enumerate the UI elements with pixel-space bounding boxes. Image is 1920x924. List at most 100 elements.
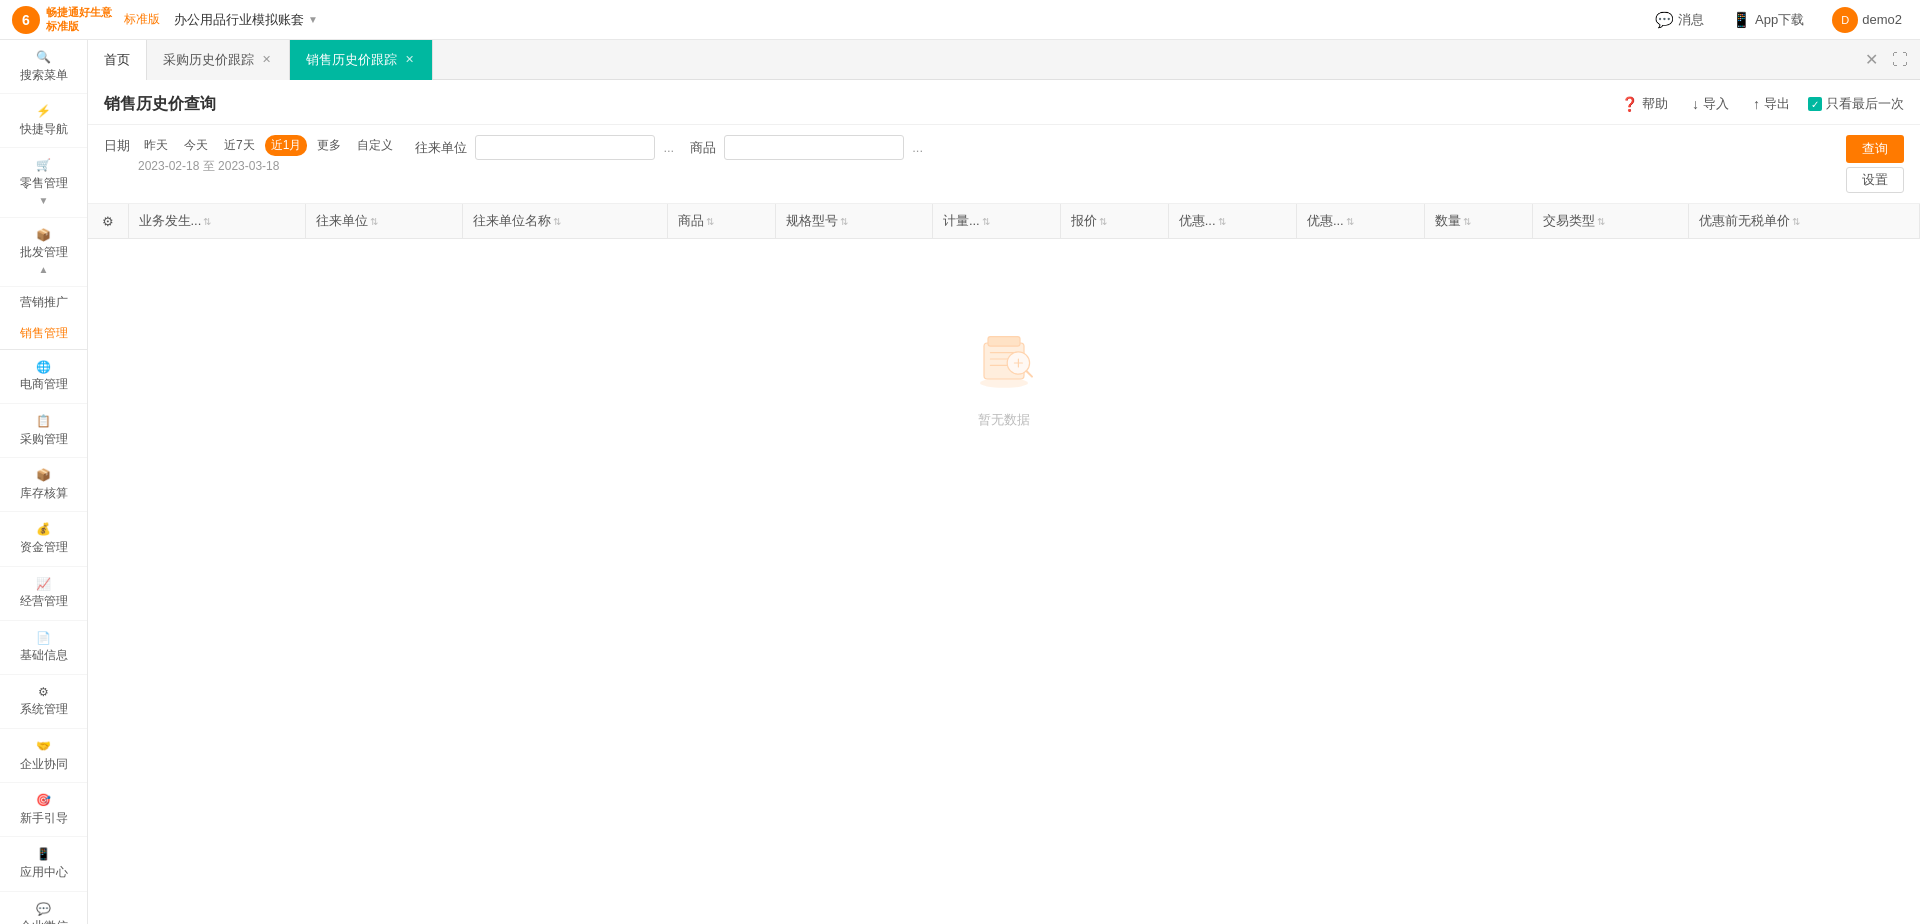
tab-sales-history[interactable]: 销售历史价跟踪 ✕ — [290, 40, 433, 80]
sidebar-item-guide[interactable]: 🎯 新手引导 — [0, 783, 87, 837]
sort-icon: ⇅ — [982, 216, 990, 227]
sales-history-tab-close-icon[interactable]: ✕ — [403, 52, 416, 67]
sort-icon: ⇅ — [1346, 216, 1354, 227]
col-quantity[interactable]: 数量⇅ — [1425, 204, 1533, 239]
import-button[interactable]: ↓ 导入 — [1686, 92, 1735, 116]
col-settings[interactable]: ⚙ — [88, 204, 128, 239]
sidebar-item-cooperation[interactable]: 🤝 企业协同 — [0, 729, 87, 783]
sidebar-item-ecommerce[interactable]: 🌐 电商管理 — [0, 350, 87, 404]
tab-home[interactable]: 首页 — [88, 40, 147, 80]
main-layout: 🔍 搜索菜单 ⚡ 快捷导航 🛒 零售管理 ▼ 📦 批发管理 ▲ 营销推广 销售 — [0, 40, 1920, 924]
purchase-history-tab-close-icon[interactable]: ✕ — [260, 52, 273, 67]
sort-icon: ⇅ — [370, 216, 378, 227]
date-opt-7days[interactable]: 近7天 — [218, 135, 261, 156]
message-button[interactable]: 💬 消息 — [1649, 7, 1710, 33]
sidebar-item-marketing[interactable]: 营销推广 — [0, 287, 87, 318]
avatar: D — [1832, 7, 1858, 33]
col-biz-date[interactable]: 业务发生...⇅ — [128, 204, 305, 239]
close-all-tabs-button[interactable]: ✕ — [1861, 46, 1882, 73]
header-right: 💬 消息 📱 App下载 D demo2 — [1649, 3, 1908, 37]
logo-icon: 6 — [12, 6, 40, 34]
user-menu-button[interactable]: D demo2 — [1826, 3, 1908, 37]
col-pretax-price[interactable]: 优惠前无税单价⇅ — [1689, 204, 1920, 239]
export-button[interactable]: ↑ 导出 — [1747, 92, 1796, 116]
partner-filter-input[interactable] — [475, 135, 655, 160]
workspace-selector[interactable]: 办公用品行业模拟账套 ▼ — [168, 9, 324, 31]
date-options: 昨天 今天 近7天 近1月 更多 自定义 — [138, 135, 399, 156]
date-filter-content: 昨天 今天 近7天 近1月 更多 自定义 2023-02-18 至 2023-0… — [138, 135, 399, 175]
sidebar-item-retail[interactable]: 🛒 零售管理 ▼ — [0, 148, 87, 217]
sidebar-item-operations[interactable]: 📈 经营管理 — [0, 567, 87, 621]
retail-icon: 🛒 — [36, 158, 51, 174]
sidebar-item-enterprise-wechat[interactable]: 💬 企业微信 — [0, 892, 87, 924]
guide-icon: 🎯 — [36, 793, 51, 809]
sidebar-item-finance[interactable]: 💰 资金管理 — [0, 512, 87, 566]
sidebar-item-wholesale[interactable]: 📦 批发管理 ▲ — [0, 218, 87, 287]
last-only-checkbox[interactable]: ✓ 只看最后一次 — [1808, 95, 1904, 113]
col-unit[interactable]: 计量...⇅ — [932, 204, 1060, 239]
date-opt-today[interactable]: 今天 — [178, 135, 214, 156]
sidebar-item-app-center[interactable]: 📱 应用中心 — [0, 837, 87, 891]
sidebar-item-label: 资金管理 — [20, 540, 68, 556]
date-opt-yesterday[interactable]: 昨天 — [138, 135, 174, 156]
operations-icon: 📈 — [36, 577, 51, 593]
tab-bar-right: ✕ ⛶ — [1861, 46, 1920, 73]
filter-actions: 查询 设置 — [1846, 135, 1904, 193]
purchase-icon: 📋 — [36, 414, 51, 430]
sidebar-item-label: 库存核算 — [20, 486, 68, 502]
col-discount1[interactable]: 优惠...⇅ — [1168, 204, 1296, 239]
sidebar-item-sales-management[interactable]: 销售管理 — [0, 318, 87, 349]
col-spec[interactable]: 规格型号⇅ — [776, 204, 933, 239]
date-opt-1month[interactable]: 近1月 — [265, 135, 308, 156]
help-icon: ❓ — [1621, 96, 1638, 112]
col-quote[interactable]: 报价⇅ — [1061, 204, 1169, 239]
cooperation-icon: 🤝 — [36, 739, 51, 755]
col-discount2[interactable]: 优惠...⇅ — [1296, 204, 1424, 239]
table-container: ⚙ 业务发生...⇅ 往来单位⇅ 往来单位名称⇅ — [88, 204, 1920, 509]
svg-point-0 — [980, 378, 1028, 388]
query-button[interactable]: 查询 — [1846, 135, 1904, 163]
maximize-button[interactable]: ⛶ — [1888, 47, 1912, 73]
goods-filter-label: 商品 — [690, 139, 716, 157]
settings-button[interactable]: 设置 — [1846, 167, 1904, 193]
header-left: 6 畅捷通好生意 标准版 标准版 办公用品行业模拟账套 ▼ — [12, 6, 324, 34]
col-trade-type[interactable]: 交易类型⇅ — [1532, 204, 1689, 239]
sidebar-item-quick-nav[interactable]: ⚡ 快捷导航 — [0, 94, 87, 148]
empty-state: 暂无数据 — [88, 239, 1920, 509]
marketing-label: 营销推广 — [20, 294, 68, 311]
sidebar-item-search[interactable]: 🔍 搜索菜单 — [0, 40, 87, 94]
tab-purchase-history[interactable]: 采购历史价跟踪 ✕ — [147, 40, 290, 80]
date-opt-more[interactable]: 更多 — [311, 135, 347, 156]
app-download-button[interactable]: 📱 App下载 — [1726, 7, 1810, 33]
date-filter-group: 日期 昨天 今天 近7天 近1月 更多 自定义 2023-02-18 至 202… — [104, 135, 399, 175]
app-center-icon: 📱 — [36, 847, 51, 863]
svg-rect-2 — [988, 337, 1020, 347]
logo-area: 6 畅捷通好生意 标准版 — [12, 6, 112, 34]
quick-nav-icon: ⚡ — [36, 104, 51, 120]
sort-icon: ⇅ — [1792, 216, 1800, 227]
app-download-icon: 📱 — [1732, 11, 1751, 29]
col-partner-name[interactable]: 往来单位名称⇅ — [462, 204, 668, 239]
goods-filter-group: 商品 ... — [690, 135, 923, 160]
sort-icon: ⇅ — [1099, 216, 1107, 227]
col-goods[interactable]: 商品⇅ — [668, 204, 776, 239]
sidebar-item-label: 采购管理 — [20, 432, 68, 448]
workspace-label: 办公用品行业模拟账套 — [174, 11, 304, 29]
wholesale-submenu: 营销推广 销售管理 — [0, 287, 87, 349]
settings-icon: ⚙ — [102, 214, 114, 229]
sort-icon: ⇅ — [840, 216, 848, 227]
date-opt-custom[interactable]: 自定义 — [351, 135, 399, 156]
sidebar-item-inventory[interactable]: 📦 库存核算 — [0, 458, 87, 512]
sidebar-item-label: 应用中心 — [20, 865, 68, 881]
sales-management-label: 销售管理 — [20, 325, 68, 342]
partner-filter-ellipsis[interactable]: ... — [663, 140, 674, 155]
help-button[interactable]: ❓ 帮助 — [1615, 92, 1674, 116]
sidebar-item-purchase[interactable]: 📋 采购管理 — [0, 404, 87, 458]
goods-filter-input[interactable] — [724, 135, 904, 160]
goods-filter-ellipsis[interactable]: ... — [912, 140, 923, 155]
checkbox-teal-icon: ✓ — [1808, 97, 1822, 111]
content-area: 首页 采购历史价跟踪 ✕ 销售历史价跟踪 ✕ ✕ ⛶ 销售历史价查询 — [88, 40, 1920, 924]
sidebar-item-basic-info[interactable]: 📄 基础信息 — [0, 621, 87, 675]
sidebar-item-system[interactable]: ⚙ 系统管理 — [0, 675, 87, 729]
col-partner[interactable]: 往来单位⇅ — [305, 204, 462, 239]
